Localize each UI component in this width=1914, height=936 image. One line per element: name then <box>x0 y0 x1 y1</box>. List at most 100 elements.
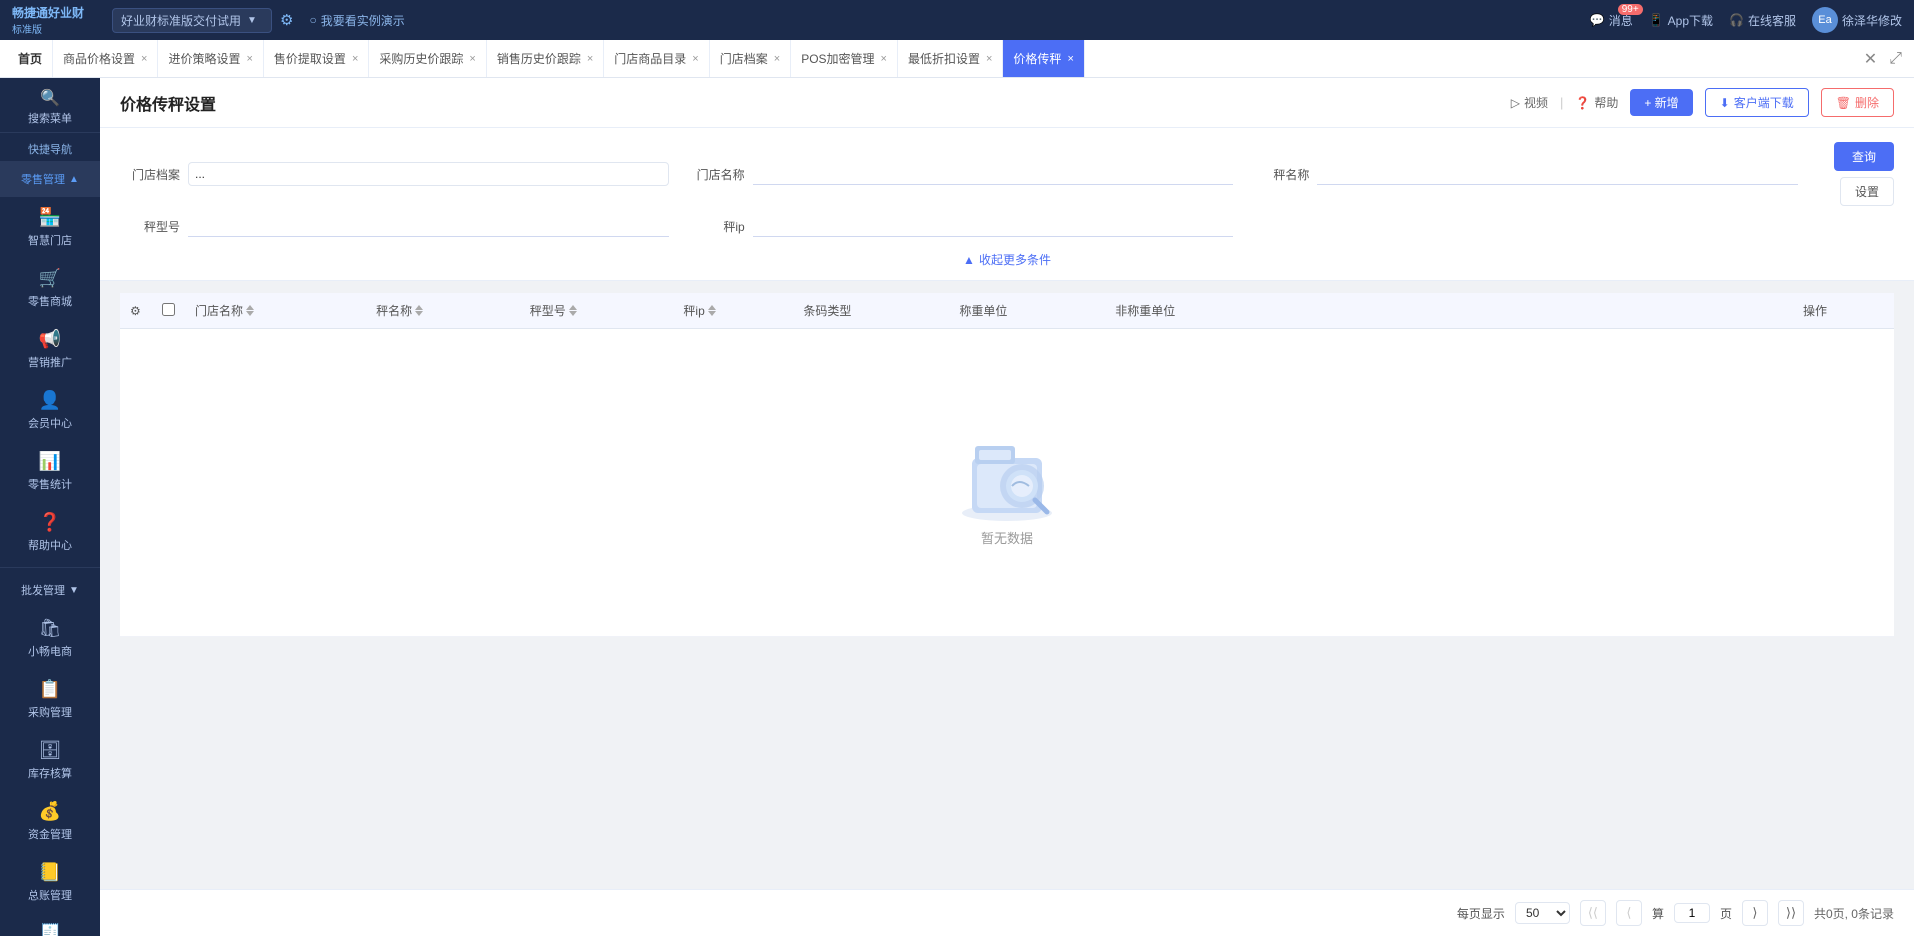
per-page-select[interactable]: 50 10 20 100 <box>1515 902 1570 924</box>
add-button[interactable]: + 新增 <box>1630 89 1692 116</box>
scale-name-input[interactable] <box>1317 164 1798 185</box>
delete-button[interactable]: 🗑 删除 <box>1821 88 1894 117</box>
mall-icon: 🛒 <box>39 268 61 289</box>
video-link[interactable]: ▷ 视频 <box>1511 94 1548 111</box>
tab-home[interactable]: 首页 <box>8 40 53 78</box>
page-input[interactable] <box>1674 903 1710 923</box>
sidebar-search-btn[interactable]: 🔍 搜索菜单 <box>0 78 100 133</box>
tab-sale-price[interactable]: 售价提取设置 × <box>264 40 369 78</box>
tab-price-scale[interactable]: 价格传秤 × <box>1003 40 1084 78</box>
scale-name-label: 秤名称 <box>1249 166 1309 183</box>
tab-close-icon[interactable]: × <box>587 53 593 65</box>
video-icon: ▷ <box>1511 96 1520 110</box>
sidebar-item-ledger[interactable]: 📒 总账管理 <box>0 852 100 913</box>
tab-purchase-history[interactable]: 采购历史价跟踪 × <box>369 40 486 78</box>
filter-scale-ip: 秤ip <box>685 216 1234 237</box>
tab-pos[interactable]: POS加密管理 × <box>791 40 898 78</box>
scale-model-input[interactable] <box>188 216 669 237</box>
logo-title: 畅捷通好业财 <box>12 4 102 21</box>
tab-purchase-strategy[interactable]: 进价策略设置 × <box>158 40 263 78</box>
user-name: 徐泽华修改 <box>1842 12 1902 29</box>
tab-close-icon[interactable]: × <box>986 53 992 65</box>
store-name-input[interactable] <box>753 164 1234 185</box>
th-weight-unit: 称重单位 <box>949 293 1105 329</box>
maximize-tab-btn[interactable]: ⤢ <box>1885 50 1906 68</box>
setting-filter-button[interactable]: 设置 <box>1840 177 1894 206</box>
sidebar-item-retail-stats[interactable]: 📊 零售统计 <box>0 441 100 502</box>
filter-store-file: 门店档案 ... <box>120 162 669 186</box>
sidebar-item-wholesale[interactable]: 批发管理 ▼ <box>0 572 100 608</box>
sidebar-item-invoice[interactable]: 🧾 发票管理 <box>0 913 100 936</box>
store-file-input[interactable]: ... <box>188 162 669 186</box>
th-action: 操作 <box>1793 293 1894 329</box>
page-unit: 页 <box>1720 905 1732 922</box>
user-area[interactable]: Ea 徐泽华修改 <box>1812 7 1902 33</box>
tab-min-discount[interactable]: 最低折扣设置 × <box>898 40 1003 78</box>
top-bar: 畅捷通好业财 标准版 好业财标准版交付试用 ▼ ⚙ ○ 我要看实例演示 💬 消息… <box>0 0 1914 40</box>
prev-page-icon: ⟨ <box>1626 905 1631 921</box>
tab-bar-end: ✕ ⤢ <box>1860 49 1906 69</box>
tab-close-icon[interactable]: × <box>246 53 252 65</box>
table-header: ⚙ 门店名称 <box>120 293 1894 329</box>
th-scale-model[interactable]: 秤型号 <box>520 293 674 329</box>
online-service-label: 在线客服 <box>1748 12 1796 29</box>
sidebar-item-marketing[interactable]: 📢 营销推广 <box>0 319 100 380</box>
th-scale-name[interactable]: 秤名称 <box>366 293 520 329</box>
th-scale-ip[interactable]: 秤ip <box>673 293 793 329</box>
th-store-name[interactable]: 门店名称 <box>185 293 366 329</box>
th-check[interactable] <box>152 293 185 329</box>
filter-store-name: 门店名称 <box>685 164 1234 185</box>
prev-page-btn[interactable]: ⟨ <box>1616 900 1642 926</box>
tab-close-icon[interactable]: × <box>141 53 147 65</box>
tab-close-icon[interactable]: × <box>352 53 358 65</box>
sidebar-item-retail-mall[interactable]: 🛒 零售商城 <box>0 258 100 319</box>
tab-store-catalog[interactable]: 门店商品目录 × <box>604 40 709 78</box>
tab-close-icon[interactable]: × <box>881 53 887 65</box>
app-download-btn[interactable]: 📱 App下载 <box>1649 12 1713 29</box>
sidebar-item-purchase[interactable]: 📋 采购管理 <box>0 669 100 730</box>
check-all-checkbox[interactable] <box>162 303 175 316</box>
store-file-placeholder: ... <box>195 167 205 181</box>
tab-bar: 首页 商品价格设置 × 进价策略设置 × 售价提取设置 × 采购历史价跟踪 × … <box>0 40 1914 78</box>
tab-close-icon[interactable]: × <box>1067 53 1073 65</box>
scale-ip-input[interactable] <box>753 216 1234 237</box>
search-label: 搜索菜单 <box>28 110 72 126</box>
th-gear[interactable]: ⚙ <box>120 293 152 329</box>
next-page-btn[interactable]: ⟩ <box>1742 900 1768 926</box>
message-btn[interactable]: 💬 消息 99+ <box>1590 12 1633 29</box>
first-page-btn[interactable]: ⟨⟨ <box>1580 900 1606 926</box>
first-page-icon: ⟨⟨ <box>1588 905 1598 921</box>
collapse-icon: ▲ <box>963 253 975 267</box>
tab-close-icon[interactable]: × <box>774 53 780 65</box>
download-icon: 📱 <box>1649 13 1664 27</box>
download-button[interactable]: ⬇ 客户端下载 <box>1705 88 1809 117</box>
help-link[interactable]: ❓ 帮助 <box>1575 94 1618 111</box>
tab-store-file[interactable]: 门店档案 × <box>710 40 791 78</box>
tab-close-icon[interactable]: × <box>469 53 475 65</box>
sidebar-item-xiaochang[interactable]: 🛍 小畅电商 <box>0 608 100 669</box>
sidebar-item-finance[interactable]: 💰 资金管理 <box>0 791 100 852</box>
filter-area: 门店档案 ... 门店名称 秤名称 查询 设置 <box>100 128 1914 281</box>
last-page-btn[interactable]: ⟩⟩ <box>1778 900 1804 926</box>
collapse-more-btn[interactable]: ▲ 收起更多条件 <box>963 251 1051 268</box>
tab-sale-history[interactable]: 销售历史价跟踪 × <box>487 40 604 78</box>
close-tab-btn[interactable]: ✕ <box>1860 49 1881 69</box>
sidebar-item-help[interactable]: ❓ 帮助中心 <box>0 502 100 563</box>
sidebar-item-inventory[interactable]: 🗄 库存核算 <box>0 730 100 791</box>
sidebar-item-retail[interactable]: 零售管理 ▲ <box>0 161 100 197</box>
demo-link[interactable]: ○ 我要看实例演示 <box>309 12 404 29</box>
query-button[interactable]: 查询 <box>1834 142 1894 171</box>
sidebar-item-smart-store[interactable]: 🏪 智慧门店 <box>0 197 100 258</box>
header-actions: ▷ 视频 | ❓ 帮助 + 新增 ⬇ 客户端下载 🗑 删除 <box>1511 88 1894 117</box>
quick-nav-label[interactable]: 快捷导航 <box>0 133 100 161</box>
version-select[interactable]: 好业财标准版交付试用 ▼ <box>112 8 272 33</box>
settings-icon[interactable]: ⚙ <box>280 11 293 29</box>
help-icon: ❓ <box>39 512 61 533</box>
sidebar-item-member[interactable]: 👤 会员中心 <box>0 380 100 441</box>
online-service-btn[interactable]: 🎧 在线客服 <box>1729 12 1796 29</box>
divider: | <box>1560 95 1563 110</box>
tab-close-icon[interactable]: × <box>692 53 698 65</box>
user-initials: Ea <box>1818 14 1831 26</box>
tab-price-setting[interactable]: 商品价格设置 × <box>53 40 158 78</box>
filter-row-1: 门店档案 ... 门店名称 秤名称 查询 设置 <box>120 142 1894 206</box>
